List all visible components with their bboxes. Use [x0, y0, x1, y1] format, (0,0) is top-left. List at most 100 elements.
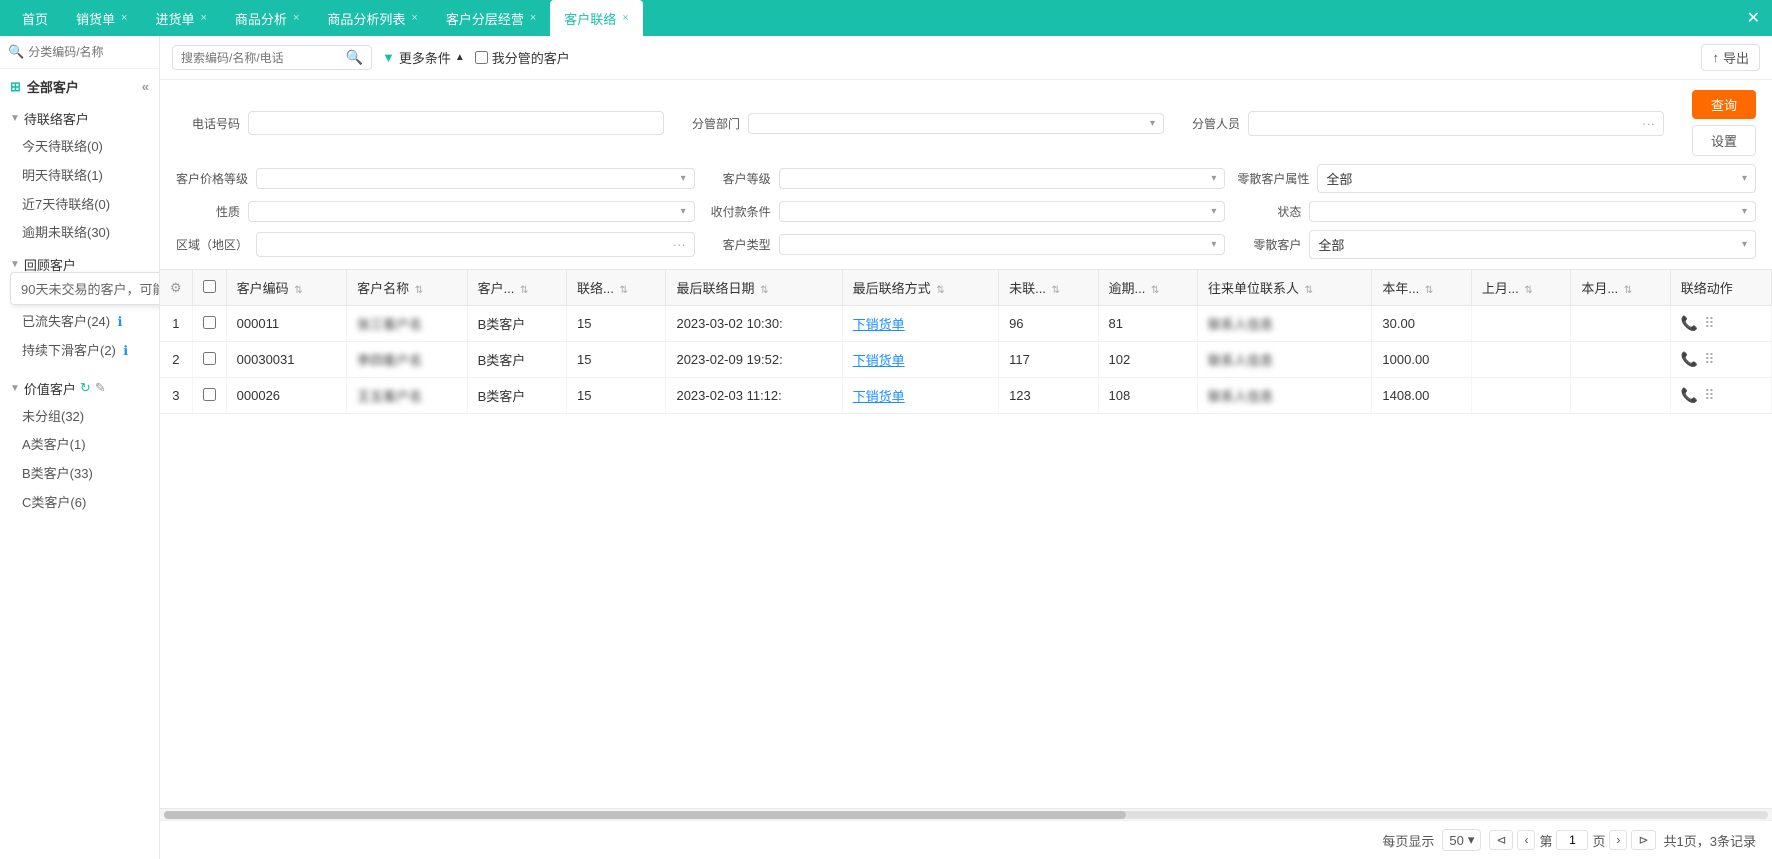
- tab-analysis[interactable]: 商品分析 ×: [221, 0, 313, 36]
- row-checkbox-cell[interactable]: [192, 378, 226, 414]
- row-checkbox[interactable]: [203, 388, 216, 401]
- first-page-button[interactable]: ⊲: [1489, 830, 1513, 850]
- close-icon[interactable]: ×: [530, 12, 536, 24]
- phone-action-icon[interactable]: 📞: [1681, 351, 1698, 368]
- sidebar-item-today-pending[interactable]: 今天待联络(0): [0, 133, 159, 162]
- sidebar-item-7days-pending[interactable]: 近7天待联络(0): [0, 191, 159, 220]
- select-all-checkbox[interactable]: [203, 280, 216, 293]
- sort-icon[interactable]: ⇅: [1052, 285, 1060, 296]
- gear-icon[interactable]: ⚙: [170, 280, 182, 295]
- more-action-icon[interactable]: ⠿: [1704, 387, 1714, 404]
- my-customers-checkbox[interactable]: [475, 51, 488, 64]
- search-submit-icon[interactable]: 🔍: [346, 49, 363, 66]
- sidebar-item-tomorrow-pending[interactable]: 明天待联络(1): [0, 162, 159, 191]
- zero-attr-select[interactable]: 全部 ▾: [1317, 164, 1756, 193]
- sidebar-item-class-a[interactable]: A类客户(1): [0, 431, 159, 460]
- edit-icon[interactable]: ✎: [95, 380, 106, 396]
- refresh-icon[interactable]: ↻: [80, 380, 91, 396]
- close-icon[interactable]: ×: [200, 12, 206, 24]
- sidebar-group-value-title[interactable]: ▼ 价值客户 ↻ ✎: [0, 374, 159, 403]
- setting-button[interactable]: 设置: [1692, 125, 1756, 156]
- gender-select[interactable]: ▾: [248, 201, 695, 222]
- tab-analysis-list[interactable]: 商品分析列表 ×: [313, 0, 431, 36]
- zero-customer-select[interactable]: 全部 ▾: [1309, 230, 1756, 259]
- contact-method-link[interactable]: 下销货单: [853, 353, 905, 368]
- more-action-icon[interactable]: ⠿: [1704, 315, 1714, 332]
- manager-select[interactable]: ···: [1248, 111, 1664, 136]
- per-page-select[interactable]: 50 ▾: [1442, 829, 1481, 851]
- row-checkbox[interactable]: [203, 316, 216, 329]
- close-icon[interactable]: ×: [121, 12, 127, 24]
- dept-select[interactable]: ▾: [748, 113, 1164, 134]
- page-number-input[interactable]: [1556, 830, 1588, 850]
- phone-action-icon[interactable]: 📞: [1681, 315, 1698, 332]
- sidebar-item-declining[interactable]: 持续下滑客户(2) ℹ: [0, 337, 159, 366]
- th-this-year: 本年... ⇅: [1372, 270, 1471, 306]
- status-select[interactable]: ▾: [1309, 201, 1756, 222]
- horizontal-scrollbar[interactable]: [160, 808, 1772, 820]
- row-num: 3: [160, 378, 192, 414]
- row-checkbox[interactable]: [203, 352, 216, 365]
- row-checkbox-cell[interactable]: [192, 306, 226, 342]
- row-checkbox-cell[interactable]: [192, 342, 226, 378]
- sort-icon[interactable]: ⇅: [520, 285, 528, 296]
- sidebar-item-class-c[interactable]: C类客户(6): [0, 489, 159, 518]
- last-month-amount: [1471, 342, 1570, 378]
- tab-sales[interactable]: 销货单 ×: [62, 0, 141, 36]
- last-contact-method[interactable]: 下销货单: [842, 342, 998, 378]
- more-icon[interactable]: ···: [673, 237, 686, 252]
- collapse-icon[interactable]: «: [142, 79, 149, 94]
- contact-method-link[interactable]: 下销货单: [853, 389, 905, 404]
- close-icon[interactable]: ×: [411, 12, 417, 24]
- close-all-tabs-icon[interactable]: ✕: [1747, 8, 1760, 28]
- phone-action-icon[interactable]: 📞: [1681, 387, 1698, 404]
- query-button[interactable]: 查询: [1692, 90, 1756, 119]
- sort-icon[interactable]: ⇅: [619, 285, 627, 296]
- sidebar-item-overdue-contact[interactable]: 逾期未联络(30): [0, 219, 159, 248]
- sidebar-group-pending-title[interactable]: ▼ 待联络客户: [0, 104, 159, 133]
- export-button[interactable]: ↑ 导出: [1701, 44, 1760, 71]
- area-select[interactable]: ···: [256, 232, 695, 257]
- sort-icon[interactable]: ⇅: [294, 285, 302, 296]
- payment-select[interactable]: ▾: [779, 201, 1226, 222]
- more-icon[interactable]: ···: [1642, 116, 1655, 131]
- sort-icon[interactable]: ⇅: [1305, 285, 1313, 296]
- scroll-thumb[interactable]: [164, 811, 1126, 819]
- price-level-select[interactable]: ▾: [256, 168, 695, 189]
- tab-customer-connect[interactable]: 客户联络 ×: [550, 0, 642, 36]
- next-page-button[interactable]: ›: [1609, 830, 1627, 850]
- sidebar-item-ungrouped[interactable]: 未分组(32): [0, 403, 159, 432]
- last-contact-method[interactable]: 下销货单: [842, 378, 998, 414]
- sort-icon[interactable]: ⇅: [760, 285, 768, 296]
- customer-type-select[interactable]: ▾: [779, 234, 1226, 255]
- more-action-icon[interactable]: ⠿: [1704, 351, 1714, 368]
- sort-icon[interactable]: ⇅: [936, 285, 944, 296]
- last-contact-method[interactable]: 下销货单: [842, 306, 998, 342]
- tab-customer-tier[interactable]: 客户分层经营 ×: [432, 0, 550, 36]
- prev-page-button[interactable]: ‹: [1517, 830, 1535, 850]
- sort-icon[interactable]: ⇅: [415, 285, 423, 296]
- th-checkbox[interactable]: [192, 270, 226, 306]
- close-icon[interactable]: ×: [622, 12, 628, 24]
- sort-icon[interactable]: ⇅: [1524, 285, 1532, 296]
- tab-home[interactable]: 首页: [8, 0, 62, 36]
- last-page-button[interactable]: ⊳: [1631, 830, 1655, 850]
- th-settings[interactable]: ⚙: [160, 270, 192, 306]
- sort-icon[interactable]: ⇅: [1425, 285, 1433, 296]
- category-search-input[interactable]: [28, 45, 160, 59]
- sidebar-item-class-b[interactable]: B类客户(33): [0, 460, 159, 489]
- action-cell: 📞 ⠿: [1670, 306, 1771, 342]
- my-customers-filter[interactable]: 我分管的客户: [475, 48, 570, 67]
- sort-icon[interactable]: ⇅: [1624, 285, 1632, 296]
- sidebar-item-already-lost[interactable]: 已流失客户(24) ℹ: [0, 308, 159, 337]
- tab-purchase[interactable]: 进货单 ×: [141, 0, 220, 36]
- main-search-input[interactable]: [181, 51, 346, 65]
- phone-input[interactable]: [248, 111, 664, 135]
- total-info: 共1页，3条记录: [1664, 831, 1756, 850]
- close-icon[interactable]: ×: [293, 12, 299, 24]
- sort-icon[interactable]: ⇅: [1151, 285, 1159, 296]
- more-conditions-btn[interactable]: ▼ 更多条件 ▲: [382, 48, 465, 67]
- customer-level-select[interactable]: ▾: [779, 168, 1226, 189]
- contact-method-link[interactable]: 下销货单: [853, 317, 905, 332]
- action-icons-group: 📞 ⠿: [1681, 315, 1761, 332]
